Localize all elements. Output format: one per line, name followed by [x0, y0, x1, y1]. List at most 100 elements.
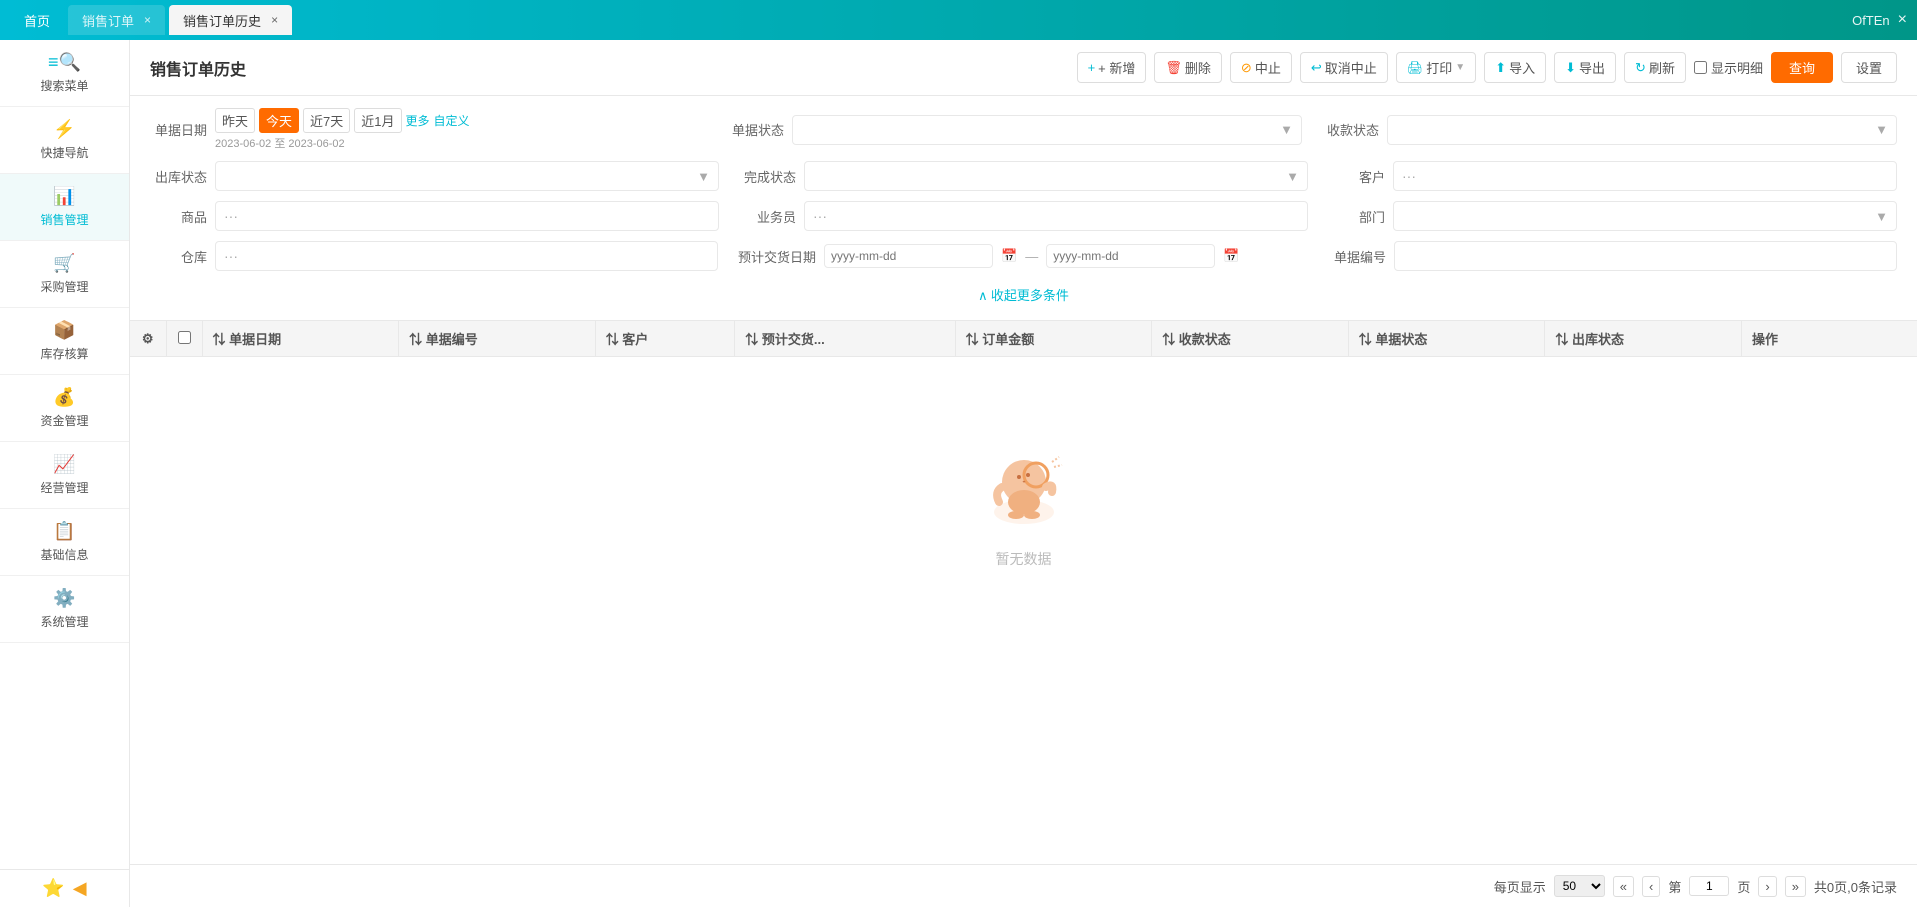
th-bill-date[interactable]: ⇅ 单据日期 [202, 321, 399, 357]
page-unit-label: 页 [1737, 877, 1750, 896]
warehouse-ellipsis-icon[interactable]: ··· [224, 248, 238, 264]
prev-page-button[interactable]: ‹ [1642, 876, 1660, 897]
product-control[interactable]: ··· [215, 201, 719, 231]
sidebar-item-system[interactable]: ⚙️ 系统管理 [0, 576, 129, 643]
warehouse-control[interactable]: ··· [215, 241, 718, 271]
sidebar-collapse-icon[interactable]: ◀ [73, 878, 87, 899]
show-details-checkbox-label[interactable]: 显示明细 [1694, 58, 1763, 77]
date-btn-today[interactable]: 今天 [259, 108, 299, 133]
customer-ellipsis-icon[interactable]: ··· [1402, 168, 1416, 184]
table-header-row: ⚙ ⇅ 单据日期 ⇅ 单据编号 [130, 321, 1917, 357]
collapse-row[interactable]: ∧ 收起更多条件 [150, 281, 1897, 308]
often-label: OfTEn [1852, 13, 1890, 28]
sidebar-item-search-menu[interactable]: ≡🔍 搜索菜单 [0, 40, 129, 107]
table-settings-icon[interactable]: ⚙ [142, 331, 154, 346]
th-order-amount[interactable]: ⇅ 订单金额 [955, 321, 1152, 357]
th-customer[interactable]: ⇅ 客户 [595, 321, 735, 357]
stop-label: 中止 [1255, 58, 1281, 77]
delete-button[interactable]: 🗑 删除 [1154, 52, 1222, 83]
delivery-date-from[interactable] [824, 244, 993, 268]
export-button[interactable]: ⬇ 导出 [1554, 52, 1616, 83]
expected-delivery-label: 预计交货日期 [738, 247, 824, 266]
page-title: 销售订单历史 [150, 56, 246, 80]
page-size-select[interactable]: 50 10 20 100 [1554, 875, 1605, 897]
department-control[interactable]: ▼ [1393, 201, 1897, 231]
th-receipt-status[interactable]: ⇅ 收款状态 [1152, 321, 1349, 357]
sidebar-item-finance[interactable]: 💰 资金管理 [0, 375, 129, 442]
sidebar-item-sales-mgmt[interactable]: 📊 销售管理 [0, 174, 129, 241]
basic-info-icon: 📋 [53, 521, 75, 542]
filter-row-2: 出库状态 ▼ 完成状态 ▼ 客户 ··· [150, 161, 1897, 191]
last-page-icon: » [1792, 879, 1799, 894]
tab-sales-order-history[interactable]: 销售订单历史 × [169, 5, 292, 35]
th-expected-delivery[interactable]: ⇅ 预计交货... [735, 321, 955, 357]
sidebar-item-sales-mgmt-label: 销售管理 [40, 211, 88, 228]
th-stock-status[interactable]: ⇅ 出库状态 [1545, 321, 1742, 357]
first-page-button[interactable]: « [1613, 876, 1634, 897]
tab-sales-order[interactable]: 销售订单 × [68, 5, 165, 35]
print-icon: 🖨 [1407, 60, 1424, 76]
filter-row-4: 仓库 ··· 预计交货日期 📅 — 📅 单据编号 [150, 241, 1897, 271]
bill-number-control[interactable] [1394, 241, 1897, 271]
date-btn-last7[interactable]: 近7天 [303, 108, 350, 133]
bill-status-label: 单据状态 [727, 120, 792, 139]
stop-button[interactable]: ⊘ 中止 [1230, 52, 1292, 83]
import-button[interactable]: ⬆ 导入 [1484, 52, 1546, 83]
new-button[interactable]: + + 新增 [1077, 52, 1147, 83]
salesperson-label: 业务员 [739, 207, 804, 226]
next-page-button[interactable]: › [1758, 876, 1776, 897]
refresh-label: 刷新 [1649, 58, 1675, 77]
empty-illustration [964, 437, 1084, 537]
page-title-row: 销售订单历史 + + 新增 🗑 删除 ⊘ 中止 ↩ [150, 52, 1897, 83]
tab-sales-order-close[interactable]: × [144, 13, 151, 27]
settings-button[interactable]: 设置 [1841, 52, 1897, 83]
complete-status-control[interactable]: ▼ [804, 161, 1308, 191]
th-checkbox[interactable] [166, 321, 202, 357]
collapse-icon: ∧ [978, 288, 988, 303]
total-info: 共0页,0条记录 [1814, 877, 1897, 896]
sidebar-item-inventory[interactable]: 📦 库存核算 [0, 308, 129, 375]
last-page-button[interactable]: » [1785, 876, 1806, 897]
sidebar-item-quick-nav[interactable]: ⚡ 快捷导航 [0, 107, 129, 174]
date-label: 单据日期 [150, 120, 215, 139]
cancel-stop-button[interactable]: ↩ 取消中止 [1300, 52, 1388, 83]
sidebar-item-basic-info[interactable]: 📋 基础信息 [0, 509, 129, 576]
th-bill-status[interactable]: ⇅ 单据状态 [1348, 321, 1545, 357]
show-details-checkbox[interactable] [1694, 61, 1707, 74]
receipt-status-arrow-icon: ▼ [1875, 122, 1888, 137]
delivery-date-to[interactable] [1046, 244, 1215, 268]
bill-status-control[interactable]: ▼ [792, 115, 1302, 145]
date-btn-yesterday[interactable]: 昨天 [215, 108, 255, 133]
calendar-to-icon[interactable]: 📅 [1223, 248, 1239, 264]
th-settings[interactable]: ⚙ [130, 321, 166, 357]
salesperson-control[interactable]: ··· [804, 201, 1308, 231]
sidebar-item-operations[interactable]: 📈 经营管理 [0, 442, 129, 509]
settings-label: 设置 [1856, 61, 1882, 76]
sidebar-item-purchase-mgmt[interactable]: 🛒 采购管理 [0, 241, 129, 308]
refresh-button[interactable]: ↻ 刷新 [1624, 52, 1686, 83]
date-btn-last-month[interactable]: 近1月 [354, 108, 401, 133]
customer-control[interactable]: ··· [1393, 161, 1897, 191]
page-number-input[interactable] [1689, 876, 1729, 896]
print-button[interactable]: 🖨 打印 ▼ [1396, 52, 1476, 83]
window-close-icon[interactable]: × [1898, 11, 1907, 29]
complete-status-label: 完成状态 [739, 167, 804, 186]
select-all-checkbox[interactable] [178, 331, 191, 344]
sidebar-item-purchase-mgmt-label: 采购管理 [40, 278, 88, 295]
query-button[interactable]: 查询 [1771, 52, 1833, 83]
th-bill-number[interactable]: ⇅ 单据编号 [399, 321, 596, 357]
date-custom-link[interactable]: 自定义 [434, 112, 470, 129]
calendar-from-icon[interactable]: 📅 [1001, 248, 1017, 264]
quick-nav-icon: ⚡ [53, 119, 75, 140]
sidebar-star-icon[interactable]: ⭐ [42, 878, 64, 899]
sidebar-item-finance-label: 资金管理 [40, 412, 88, 429]
product-ellipsis-icon[interactable]: ··· [224, 208, 238, 224]
purchase-mgmt-icon: 🛒 [53, 253, 75, 274]
tab-home[interactable]: 首页 [10, 5, 64, 35]
receipt-status-control[interactable]: ▼ [1387, 115, 1897, 145]
stock-status-control[interactable]: ▼ [215, 161, 719, 191]
th-receipt-status-label: ⇅ 收款状态 [1162, 329, 1231, 348]
date-more-link[interactable]: 更多 [406, 112, 430, 129]
salesperson-ellipsis-icon[interactable]: ··· [813, 208, 827, 224]
tab-sales-order-history-close[interactable]: × [271, 13, 278, 27]
